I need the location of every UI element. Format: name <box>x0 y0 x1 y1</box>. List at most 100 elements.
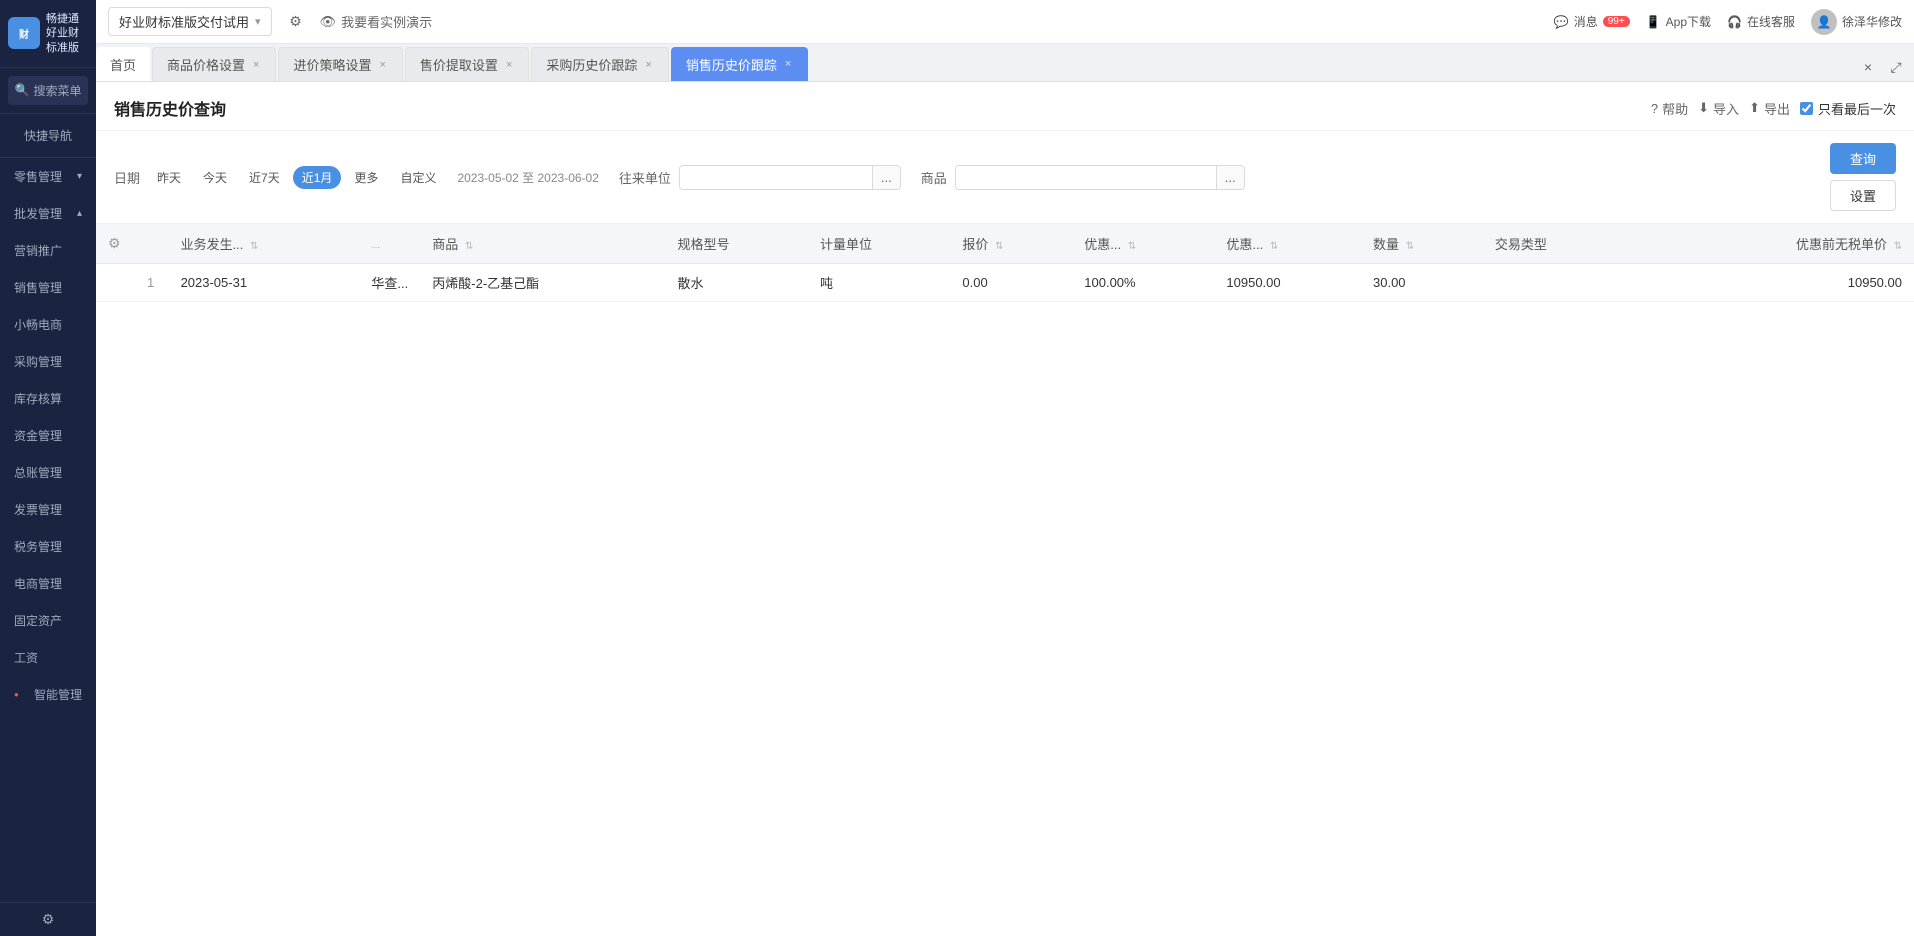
sidebar-item-inventory[interactable]: 库存核算 <box>0 380 96 417</box>
sidebar-nav: 快捷导航 <box>0 114 96 158</box>
search-icon: 🔍 <box>15 83 30 97</box>
table-container: ⚙ 业务发生... ⇅ ... 商品 ⇅ <box>96 224 1914 936</box>
close-tab-purchase-history[interactable]: × <box>643 58 653 72</box>
module-selector[interactable]: 好业财标准版交付试用 ▾ <box>108 7 272 36</box>
sidebar-item-invoice[interactable]: 发票管理 <box>0 491 96 528</box>
sidebar-bottom: ⚙ <box>0 902 96 936</box>
sort-icon-discount2[interactable]: ⇅ <box>1270 241 1278 252</box>
import-button[interactable]: ⬇ 导入 <box>1698 99 1739 118</box>
col-more: ... <box>359 224 420 264</box>
sidebar-item-ecommerce[interactable]: 电商管理 <box>0 565 96 602</box>
date-label: 日期 <box>114 168 140 187</box>
messages-button[interactable]: 💬 消息 99+ <box>1554 13 1630 30</box>
only-last-checkbox[interactable] <box>1800 102 1813 115</box>
close-tab-sales-history[interactable]: × <box>783 57 793 71</box>
import-icon: ⬇ <box>1698 100 1709 116</box>
sidebar-item-retail[interactable]: 零售管理 ▾ <box>0 158 96 195</box>
date-filter-group: 日期 昨天 今天 近7天 近1月 更多 自定义 2023-05-02 至 202… <box>114 166 599 189</box>
goods-input-wrap: ... <box>955 165 1245 190</box>
tab-purchase-strategy[interactable]: 进价策略设置 × <box>278 47 402 81</box>
close-icon: × <box>1864 59 1872 75</box>
table-row[interactable]: 1 2023-05-31 华查... 丙烯酸-2-乙基己酯 散水 <box>96 264 1914 302</box>
export-icon: ⬆ <box>1749 100 1760 116</box>
date-option-yesterday[interactable]: 昨天 <box>148 166 190 189</box>
table-settings-icon[interactable]: ⚙ <box>108 235 121 251</box>
col-unit: 计量单位 <box>808 224 950 264</box>
date-option-last1m[interactable]: 近1月 <box>293 166 342 189</box>
filter-actions: 查询 设置 <box>1830 143 1896 211</box>
col-pretax-price: 优惠前无税单价 ⇅ <box>1670 224 1914 264</box>
chevron-up-icon: ▴ <box>77 208 82 219</box>
goods-more-button[interactable]: ... <box>1216 166 1244 189</box>
sort-icon-business-date[interactable]: ⇅ <box>250 241 258 252</box>
sort-icon-price[interactable]: ⇅ <box>995 241 1003 252</box>
sort-icon-pretax-price[interactable]: ⇅ <box>1894 241 1902 252</box>
chevron-down-icon: ▾ <box>77 171 82 182</box>
topbar-settings-button[interactable]: ⚙ <box>282 8 310 36</box>
export-button[interactable]: ⬆ 导出 <box>1749 99 1790 118</box>
sidebar-item-payroll[interactable]: 工资 <box>0 639 96 676</box>
col-business-date: 业务发生... ⇅ <box>169 224 360 264</box>
source-unit-more-button[interactable]: ... <box>872 166 900 189</box>
sidebar-item-smart[interactable]: 智能管理 <box>0 676 96 713</box>
query-button[interactable]: 查询 <box>1830 143 1896 174</box>
app-download-button[interactable]: 📱 App下载 <box>1646 13 1711 30</box>
online-service-button[interactable]: 🎧 在线客服 <box>1727 13 1795 30</box>
tab-sales-history[interactable]: 销售历史价跟踪 × <box>671 47 808 81</box>
demo-button[interactable]: 👁 我要看实例演示 <box>320 12 433 31</box>
sidebar-item-marketing[interactable]: 营销推广 <box>0 232 96 269</box>
table-body: 1 2023-05-31 华查... 丙烯酸-2-乙基己酯 散水 <box>96 264 1914 302</box>
sort-icon-quantity[interactable]: ⇅ <box>1406 241 1414 252</box>
tab-purchase-history[interactable]: 采购历史价跟踪 × <box>531 47 668 81</box>
sidebar-item-tax[interactable]: 税务管理 <box>0 528 96 565</box>
sidebar-item-finance[interactable]: 资金管理 <box>0 417 96 454</box>
date-option-more[interactable]: 更多 <box>345 166 387 189</box>
tab-price-settings[interactable]: 商品价格设置 × <box>152 47 276 81</box>
header-row: ⚙ 业务发生... ⇅ ... 商品 ⇅ <box>96 224 1914 264</box>
sidebar-item-wholesale[interactable]: 批发管理 ▴ <box>0 195 96 232</box>
close-panel-button[interactable]: × <box>1854 53 1882 81</box>
avatar: 👤 <box>1811 9 1837 35</box>
source-unit-input[interactable] <box>680 166 872 189</box>
row-business-date-cell: 2023-05-31 <box>169 264 360 302</box>
settings-button[interactable]: 设置 <box>1830 180 1896 211</box>
goods-input[interactable] <box>956 166 1216 189</box>
expand-panel-button[interactable]: ⤢ <box>1882 53 1910 81</box>
date-range-text: 2023-05-02 至 2023-06-02 <box>457 169 598 186</box>
sidebar-item-ecommerce-small[interactable]: 小畅电商 <box>0 306 96 343</box>
gear-icon: ⚙ <box>289 13 302 30</box>
close-tab-sale-extract[interactable]: × <box>504 58 514 72</box>
sidebar-item-purchase[interactable]: 采购管理 <box>0 343 96 380</box>
page-title: 销售历史价查询 <box>114 96 226 120</box>
sidebar-search-section: 🔍 搜索菜单 <box>0 68 96 114</box>
topbar-right: 💬 消息 99+ 📱 App下载 🎧 在线客服 👤 徐泽华修改 <box>1554 9 1902 35</box>
sort-icon-discount1[interactable]: ⇅ <box>1128 241 1136 252</box>
sidebar-item-assets[interactable]: 固定资产 <box>0 602 96 639</box>
gear-icon: ⚙ <box>42 911 55 927</box>
tab-home[interactable]: 首页 <box>96 47 150 81</box>
sidebar-settings-button[interactable]: ⚙ <box>42 911 55 928</box>
row-settings-cell <box>96 264 133 302</box>
search-menu-button[interactable]: 🔍 搜索菜单 <box>8 76 88 105</box>
sidebar-item-ledger[interactable]: 总账管理 <box>0 454 96 491</box>
sidebar-item-sales[interactable]: 销售管理 <box>0 269 96 306</box>
help-button[interactable]: ? 帮助 <box>1651 99 1688 118</box>
panel-controls: × ⤢ <box>1854 53 1914 81</box>
tabbar: 首页 商品价格设置 × 进价策略设置 × 售价提取设置 × 采购历史价跟踪 × … <box>96 44 1914 82</box>
user-menu[interactable]: 👤 徐泽华修改 <box>1811 9 1902 35</box>
goods-label: 商品 <box>921 168 947 187</box>
headset-icon: 🎧 <box>1727 15 1742 29</box>
row-pretax-price-cell: 10950.00 <box>1670 264 1914 302</box>
page-body: 销售历史价查询 ? 帮助 ⬇ 导入 ⬆ 导出 只看最后一次 <box>96 82 1914 936</box>
sidebar-item-shortcut[interactable]: 快捷导航 <box>0 120 96 151</box>
date-option-today[interactable]: 今天 <box>194 166 236 189</box>
row-spec-cell: 散水 <box>666 264 808 302</box>
only-last-checkbox-label[interactable]: 只看最后一次 <box>1800 99 1896 118</box>
more-cols-icon[interactable]: ... <box>371 239 380 251</box>
sort-icon-goods[interactable]: ⇅ <box>465 241 473 252</box>
tab-sale-extract[interactable]: 售价提取设置 × <box>405 47 529 81</box>
close-tab-price-settings[interactable]: × <box>251 58 261 72</box>
close-tab-purchase-strategy[interactable]: × <box>377 58 387 72</box>
date-option-custom[interactable]: 自定义 <box>391 166 445 189</box>
date-option-last7[interactable]: 近7天 <box>240 166 289 189</box>
